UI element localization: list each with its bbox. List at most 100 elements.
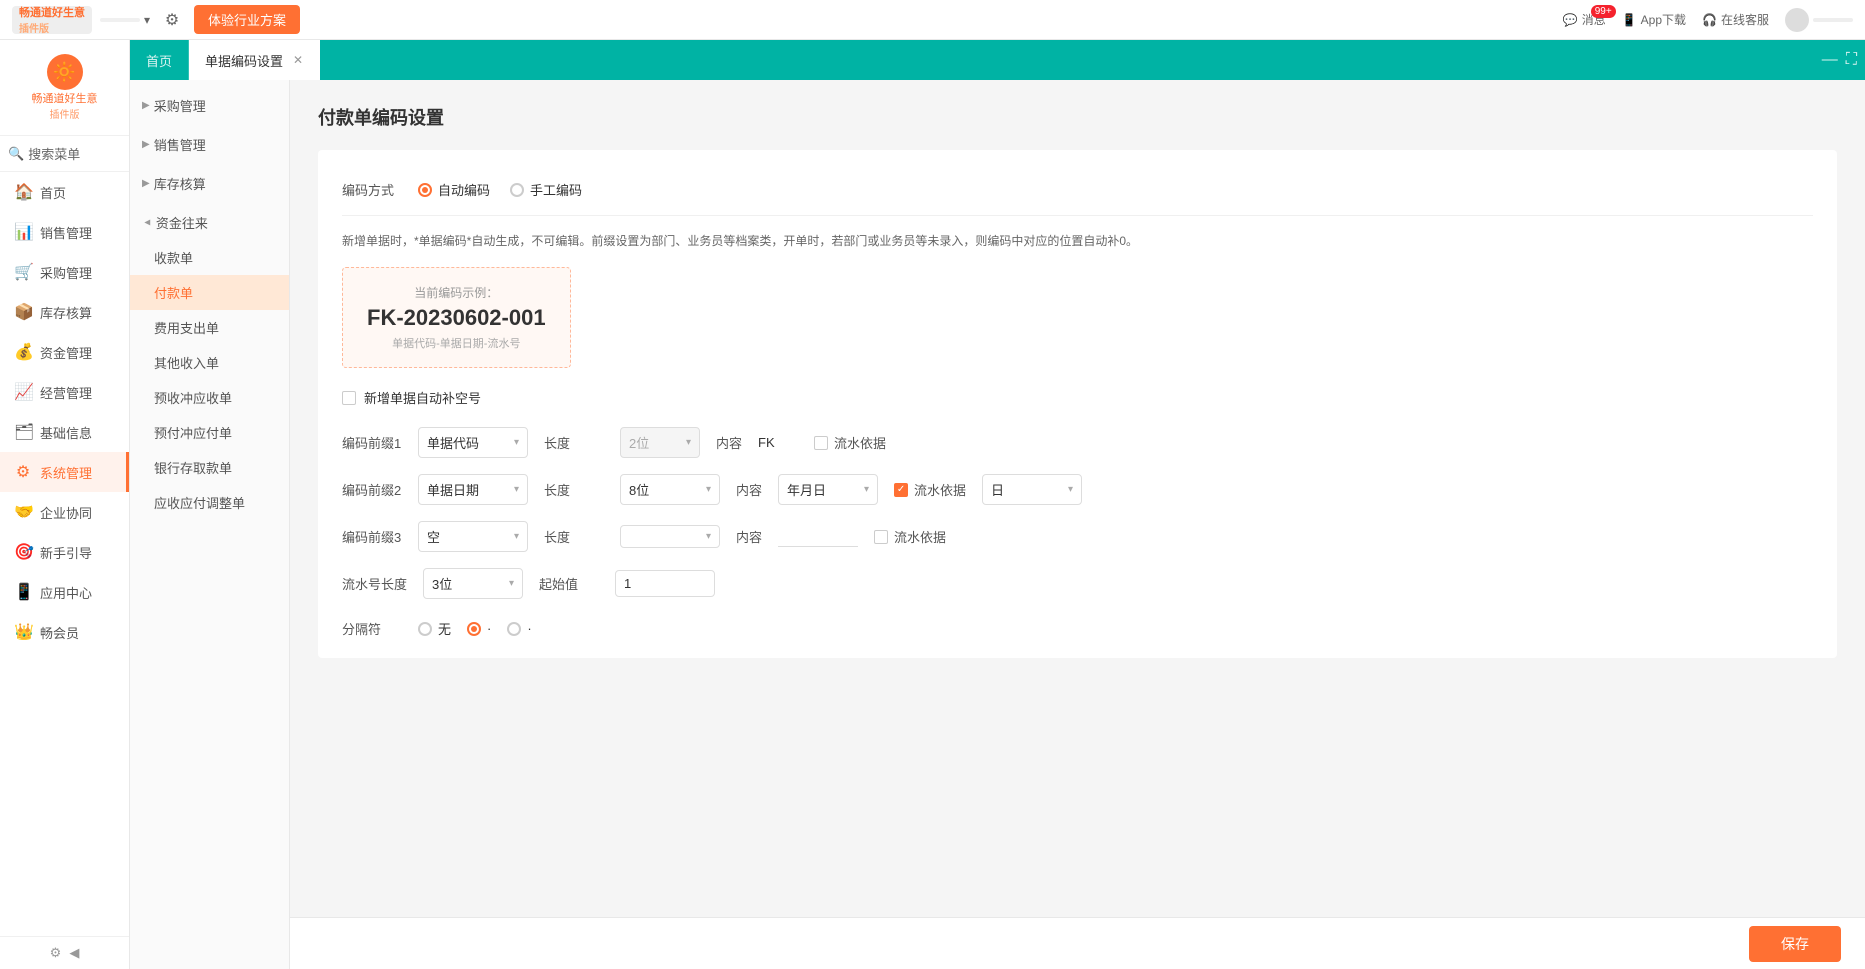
user-item[interactable]: [1785, 8, 1853, 32]
serial2-check[interactable]: ✓ 流水依据: [894, 480, 966, 499]
trial-button[interactable]: 体验行业方案: [194, 5, 300, 34]
sidebar-item-guide[interactable]: 🎯 新手引导: [0, 532, 129, 572]
sep-none[interactable]: 无: [418, 619, 451, 638]
cycle-value: 日: [991, 480, 1004, 499]
auto-fill-row[interactable]: 新增单据自动补空号: [342, 388, 1813, 407]
prefix2-value: 单据日期: [427, 480, 479, 499]
sidebar-item-sales[interactable]: 📊 销售管理: [0, 212, 129, 252]
serial-start-input[interactable]: [615, 570, 715, 597]
auto-fill-checkbox[interactable]: [342, 391, 356, 405]
sidebar-item-finance[interactable]: 💰 资金管理: [0, 332, 129, 372]
length2-label: 长度: [544, 480, 604, 499]
sub-payment[interactable]: 付款单: [130, 275, 289, 310]
length1-field: 2位 ▾: [620, 427, 700, 458]
online-service-item[interactable]: 🎧 在线客服: [1702, 11, 1769, 28]
basic-icon: 🗂: [14, 422, 32, 442]
prefix1-label: 编码前缀1: [342, 433, 402, 452]
sub-pre-payment[interactable]: 预付冲应付单: [130, 415, 289, 450]
sidebar-item-cooperation[interactable]: 🤝 企业协同: [0, 492, 129, 532]
workspace-dropdown[interactable]: ▾: [100, 13, 150, 27]
serial2-label: 流水依据: [914, 480, 966, 499]
app-download-item[interactable]: 📱 App下载: [1622, 11, 1686, 28]
length2-field[interactable]: 8位 ▾: [620, 474, 720, 505]
group-inventory-title[interactable]: ▶ 库存核算: [130, 166, 289, 201]
sidebar-item-apps[interactable]: 📱 应用中心: [0, 572, 129, 612]
sidebar-item-business[interactable]: 📈 经营管理: [0, 372, 129, 412]
sidebar-item-label: 首页: [40, 183, 66, 202]
prefix2-label: 编码前缀2: [342, 480, 402, 499]
sidebar-item-inventory[interactable]: 📦 库存核算: [0, 292, 129, 332]
radio-group: 自动编码 手工编码: [418, 180, 582, 199]
top-bar-left: 畅通道好生意插件版 ▾ ⚙ 体验行业方案: [12, 5, 300, 34]
group-inventory-arrow: ▶: [142, 178, 150, 189]
sub-adjustment[interactable]: 应收应付调整单: [130, 485, 289, 520]
message-item[interactable]: 💬 消息 99+: [1563, 11, 1606, 28]
radio-manual-label: 手工编码: [530, 180, 582, 199]
group-sales-title[interactable]: ▶ 销售管理: [130, 127, 289, 162]
content2-select[interactable]: 年月日 ▾: [778, 474, 878, 505]
serial3-checkbox: [874, 530, 888, 544]
prefix3-value: 空: [427, 527, 440, 546]
tab-home[interactable]: 首页: [130, 40, 189, 80]
sub-receipt[interactable]: 收款单: [130, 240, 289, 275]
tab-maximize-icon[interactable]: ⛶: [1846, 51, 1857, 69]
sidebar-item-basic[interactable]: 🗂 基础信息: [0, 412, 129, 452]
sep-dot[interactable]: ·: [467, 621, 491, 636]
separator-row: 分隔符 无 · ·: [342, 619, 1813, 638]
top-bar-right: 💬 消息 99+ 📱 App下载 🎧 在线客服: [1563, 8, 1853, 32]
sidebar-item-member[interactable]: 👑 畅会员: [0, 612, 129, 652]
sidebar-item-system[interactable]: ⚙ 系统管理: [0, 452, 129, 492]
sidebar-logo: 🔆 畅通道好生意 插件版: [0, 40, 129, 136]
sidebar-item-label: 经营管理: [40, 383, 92, 402]
sep-dash[interactable]: ·: [507, 621, 531, 636]
length2-arrow: ▾: [706, 484, 711, 495]
prefix3-select[interactable]: 空 ▾: [418, 521, 528, 552]
cycle-arrow: ▾: [1068, 484, 1073, 495]
radio-auto[interactable]: 自动编码: [418, 180, 490, 199]
tab-close-icon[interactable]: ✕: [293, 53, 303, 67]
online-service-icon: 🎧: [1702, 13, 1717, 27]
radio-auto-dot: [418, 183, 432, 197]
tab-encoding-settings[interactable]: 单据编码设置 ✕: [189, 40, 320, 80]
sidebar-search[interactable]: 🔍 搜索菜单: [0, 136, 129, 172]
sidebar-item-purchase[interactable]: 🛒 采购管理: [0, 252, 129, 292]
message-badge: 99+: [1591, 5, 1616, 18]
radio-manual[interactable]: 手工编码: [510, 180, 582, 199]
purchase-icon: 🛒: [14, 262, 32, 282]
business-icon: 📈: [14, 382, 32, 402]
length3-field[interactable]: ▾: [620, 525, 720, 548]
save-button[interactable]: 保存: [1749, 926, 1841, 962]
content3-label: 内容: [736, 527, 762, 546]
sidebar-item-label: 采购管理: [40, 263, 92, 282]
content1-value: FK: [758, 435, 798, 450]
group-capital-title[interactable]: ▼ 资金往来: [130, 205, 289, 240]
settings-bottom-icon[interactable]: ⚙: [50, 945, 62, 961]
group-purchase-title[interactable]: ▶ 采购管理: [130, 88, 289, 123]
length1-label: 长度: [544, 433, 604, 452]
collapse-icon[interactable]: ◀: [69, 945, 79, 961]
length2-value: 8位: [629, 480, 649, 499]
sidebar-item-label: 销售管理: [40, 223, 92, 242]
settings-icon[interactable]: ⚙: [158, 6, 186, 34]
serial3-check[interactable]: 流水依据: [874, 527, 946, 546]
sidebar-item-home[interactable]: 🏠 首页: [0, 172, 129, 212]
prefix-row-2: 编码前缀2 单据日期 ▾ 长度 8位 ▾ 内容: [342, 474, 1813, 505]
serial-start-label: 起始值: [539, 574, 599, 593]
tab-minimize-icon[interactable]: —: [1822, 51, 1838, 69]
sub-pre-receipt[interactable]: 预收冲应收单: [130, 380, 289, 415]
serial1-check[interactable]: 流水依据: [814, 433, 886, 452]
content2-arrow: ▾: [864, 484, 869, 495]
cycle-select[interactable]: 日 ▾: [982, 474, 1082, 505]
sub-other-income[interactable]: 其他收入单: [130, 345, 289, 380]
home-icon: 🏠: [14, 182, 32, 202]
prefix2-select[interactable]: 单据日期 ▾: [418, 474, 528, 505]
prefix1-arrow: ▾: [514, 437, 519, 448]
sub-bank[interactable]: 银行存取款单: [130, 450, 289, 485]
group-sales-arrow: ▶: [142, 139, 150, 150]
main-layout: 🔆 畅通道好生意 插件版 🔍 搜索菜单 🏠 首页 📊 销售管理 🛒 采购管理 📦: [0, 40, 1865, 969]
prefix1-select[interactable]: 单据代码 ▾: [418, 427, 528, 458]
sub-expense[interactable]: 费用支出单: [130, 310, 289, 345]
sidebar-item-label: 资金管理: [40, 343, 92, 362]
group-purchase-label: 采购管理: [154, 96, 206, 115]
serial-length-select[interactable]: 3位 ▾: [423, 568, 523, 599]
